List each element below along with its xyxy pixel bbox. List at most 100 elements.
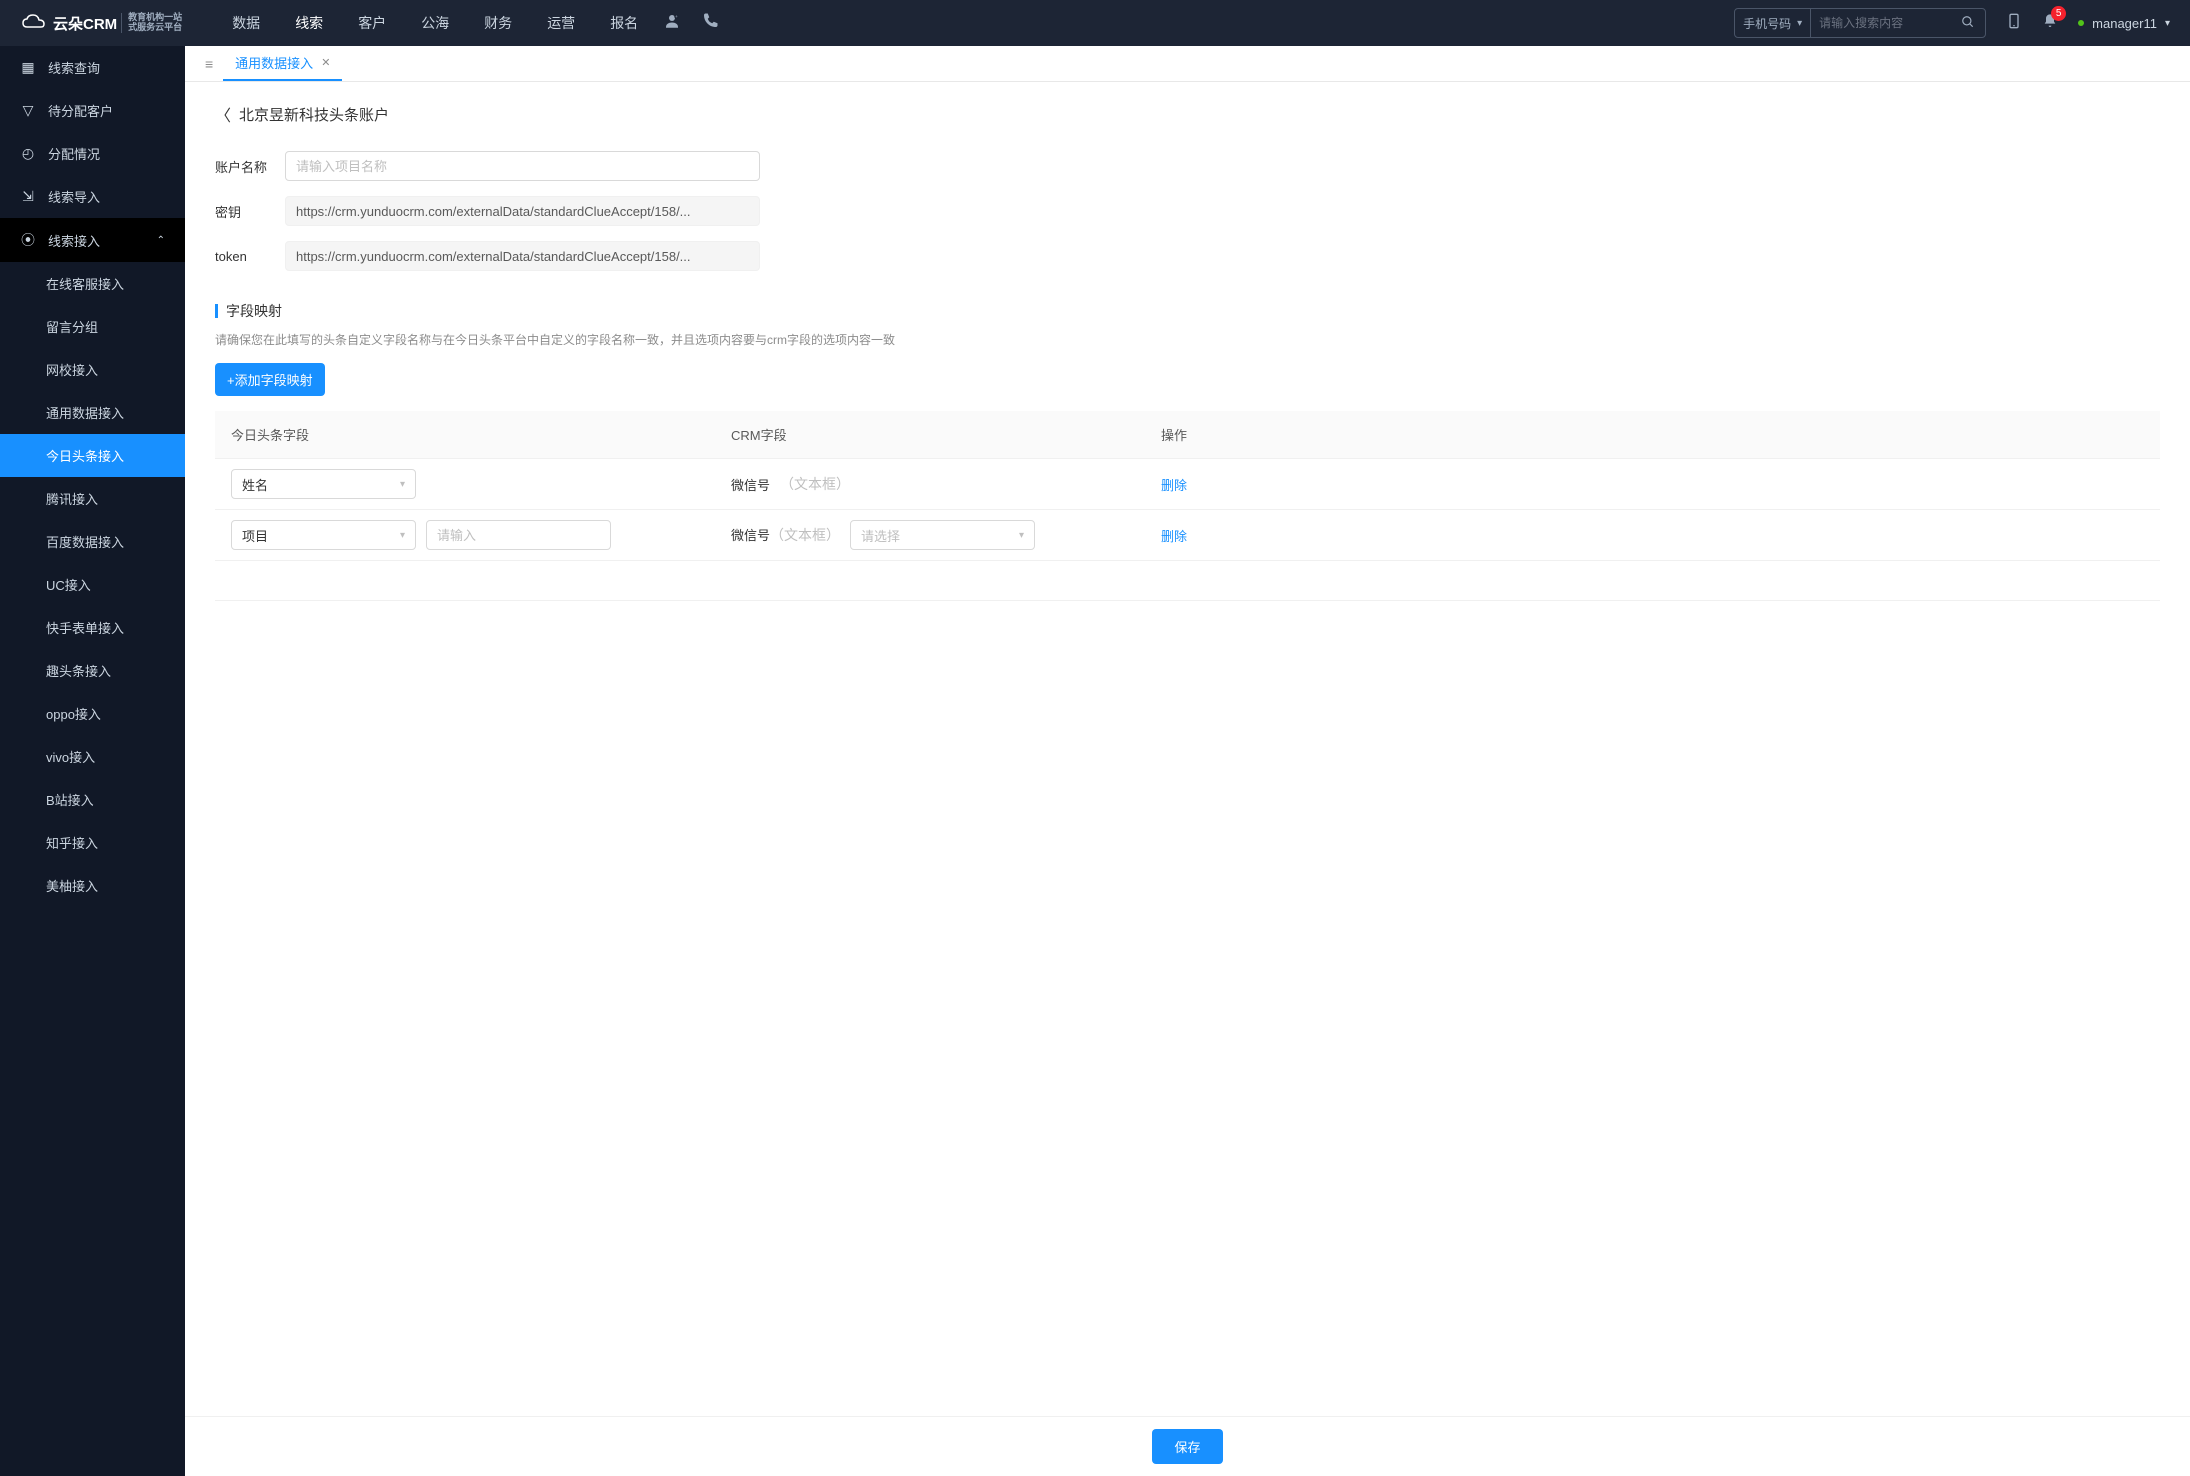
logo[interactable]: 云朵CRM 教育机构一站 式服务云平台 [20,9,182,37]
plug-icon: ⦿ [20,230,36,250]
logo-sub2: 式服务云平台 [128,23,182,33]
sidebar-item-clue-query[interactable]: ▦ 线索查询 [0,46,185,89]
chevron-down-icon: ▾ [400,530,405,541]
sidebar-sub-qutoutiao[interactable]: 趣头条接入 [0,649,185,692]
toutiao-field-select[interactable]: 项目 ▾ [231,520,416,550]
sidebar-sub-online[interactable]: 在线客服接入 [0,262,185,305]
section-title: 字段映射 [226,301,282,321]
search-group: 手机号码 ▾ [1734,8,1986,38]
sidebar-label: 美柚接入 [46,876,98,895]
mobile-icon[interactable] [2006,12,2022,35]
sidebar-label: 快手表单接入 [46,618,124,637]
tab-generic-data[interactable]: 通用数据接入 ✕ [223,46,342,81]
user-menu[interactable]: manager11 ▾ [2078,16,2170,31]
sidebar-sub-uc[interactable]: UC接入 [0,563,185,606]
nav-finance[interactable]: 财务 [484,1,512,45]
toutiao-field-input[interactable] [426,520,611,550]
sidebar-sub-tencent[interactable]: 腾讯接入 [0,477,185,520]
search-type-select[interactable]: 手机号码 ▾ [1735,9,1811,37]
label-token: token [215,249,285,264]
sidebar-label: B站接入 [46,790,94,809]
content: 〈 北京昱新科技头条账户 账户名称 密钥 token 字段映射 [185,82,2190,1476]
crm-field-type: （文本框） [780,474,850,494]
search-button[interactable] [1951,15,1985,32]
delete-button[interactable]: 删除 [1161,478,1187,493]
select-value: 姓名 [242,475,268,494]
sidebar-sub-zhihu[interactable]: 知乎接入 [0,821,185,864]
table-row: 姓名 ▾ 微信号（文本框） 删除 [215,459,2160,510]
bell-icon[interactable]: 5 [2042,12,2058,35]
select-placeholder: 请选择 [861,526,900,545]
user-add-icon[interactable]: + [663,12,681,35]
toutiao-field-select[interactable]: 姓名 ▾ [231,469,416,499]
main: ≡ 通用数据接入 ✕ 〈 北京昱新科技头条账户 账户名称 密钥 [185,46,2190,1476]
breadcrumb: 〈 北京昱新科技头条账户 [215,102,2160,126]
sidebar-sub-school[interactable]: 网校接入 [0,348,185,391]
sidebar-label: 线索导入 [48,187,100,206]
save-button[interactable]: 保存 [1152,1429,1222,1464]
th-crm: CRM字段 [731,425,1161,444]
table-row: 项目 ▾ 微信号（文本框） 请选择 ▾ [215,510,2160,561]
close-icon[interactable]: ✕ [321,56,330,69]
sidebar-label: UC接入 [46,575,91,594]
sidebar-sub-message[interactable]: 留言分组 [0,305,185,348]
th-toutiao: 今日头条字段 [231,425,731,444]
input-account-name[interactable] [285,151,760,181]
nav-data[interactable]: 数据 [232,1,260,45]
back-arrow-icon[interactable]: 〈 [215,102,231,126]
sidebar-label: 在线客服接入 [46,274,124,293]
chevron-up-icon: ⌃ [157,235,165,246]
sidebar-sub-toutiao[interactable]: 今日头条接入 [0,434,185,477]
add-mapping-button[interactable]: +添加字段映射 [215,363,325,396]
nav-public[interactable]: 公海 [421,1,449,45]
sidebar-sub-oppo[interactable]: oppo接入 [0,692,185,735]
sidebar-label: 今日头条接入 [46,446,124,465]
sidebar-label: 线索查询 [48,58,100,77]
nav-clue[interactable]: 线索 [295,1,323,45]
mapping-table: 今日头条字段 CRM字段 操作 姓名 ▾ 微信号（文本 [215,411,2160,601]
sidebar-sub-vivo[interactable]: vivo接入 [0,735,185,778]
logo-text: 云朵CRM [53,13,117,34]
select-value: 项目 [242,526,268,545]
chevron-down-icon: ▾ [400,479,405,490]
sidebar-sub-baidu[interactable]: 百度数据接入 [0,520,185,563]
clock-icon: ◴ [20,145,36,162]
filter-icon: ▽ [20,102,36,119]
chevron-down-icon: ▾ [1797,18,1802,29]
sidebar-sub-generic[interactable]: 通用数据接入 [0,391,185,434]
collapse-sidebar-button[interactable]: ≡ [195,56,223,72]
th-action: 操作 [1161,425,2144,444]
import-icon: ⇲ [20,188,36,205]
delete-button[interactable]: 删除 [1161,529,1187,544]
page-title: 北京昱新科技头条账户 [239,104,389,125]
svg-text:+: + [675,14,678,19]
input-secret[interactable] [285,196,760,226]
nav-operate[interactable]: 运营 [547,1,575,45]
sidebar-item-allocation[interactable]: ◴ 分配情况 [0,132,185,175]
sidebar-item-pending[interactable]: ▽ 待分配客户 [0,89,185,132]
sidebar-item-import[interactable]: ⇲ 线索导入 [0,175,185,218]
sidebar-sub-kuaishou[interactable]: 快手表单接入 [0,606,185,649]
sidebar-label: 腾讯接入 [46,489,98,508]
search-input[interactable] [1811,16,1951,30]
chevron-down-icon: ▾ [2165,18,2170,29]
nav-signup[interactable]: 报名 [610,1,638,45]
status-dot-icon [2078,20,2084,26]
top-nav: 数据 线索 客户 公海 财务 运营 报名 [232,1,638,45]
section-bar-icon [215,304,218,318]
sidebar-label: 线索接入 [48,231,100,250]
sidebar-item-access[interactable]: ⦿ 线索接入 ⌃ [0,218,185,262]
crm-field-type: （文本框） [770,527,840,543]
sidebar-sub-meiyou[interactable]: 美柚接入 [0,864,185,907]
phone-icon[interactable] [701,12,719,35]
crm-field-select[interactable]: 请选择 ▾ [850,520,1035,550]
sidebar-label: 知乎接入 [46,833,98,852]
nav-customer[interactable]: 客户 [358,1,386,45]
sidebar-sub-bilibili[interactable]: B站接入 [0,778,185,821]
sidebar-label: oppo接入 [46,704,101,723]
sidebar-label: 分配情况 [48,144,100,163]
cloud-logo-icon [20,9,48,37]
header: 云朵CRM 教育机构一站 式服务云平台 数据 线索 客户 公海 财务 运营 报名… [0,0,2190,46]
input-token[interactable] [285,241,760,271]
notification-badge: 5 [2051,6,2066,21]
